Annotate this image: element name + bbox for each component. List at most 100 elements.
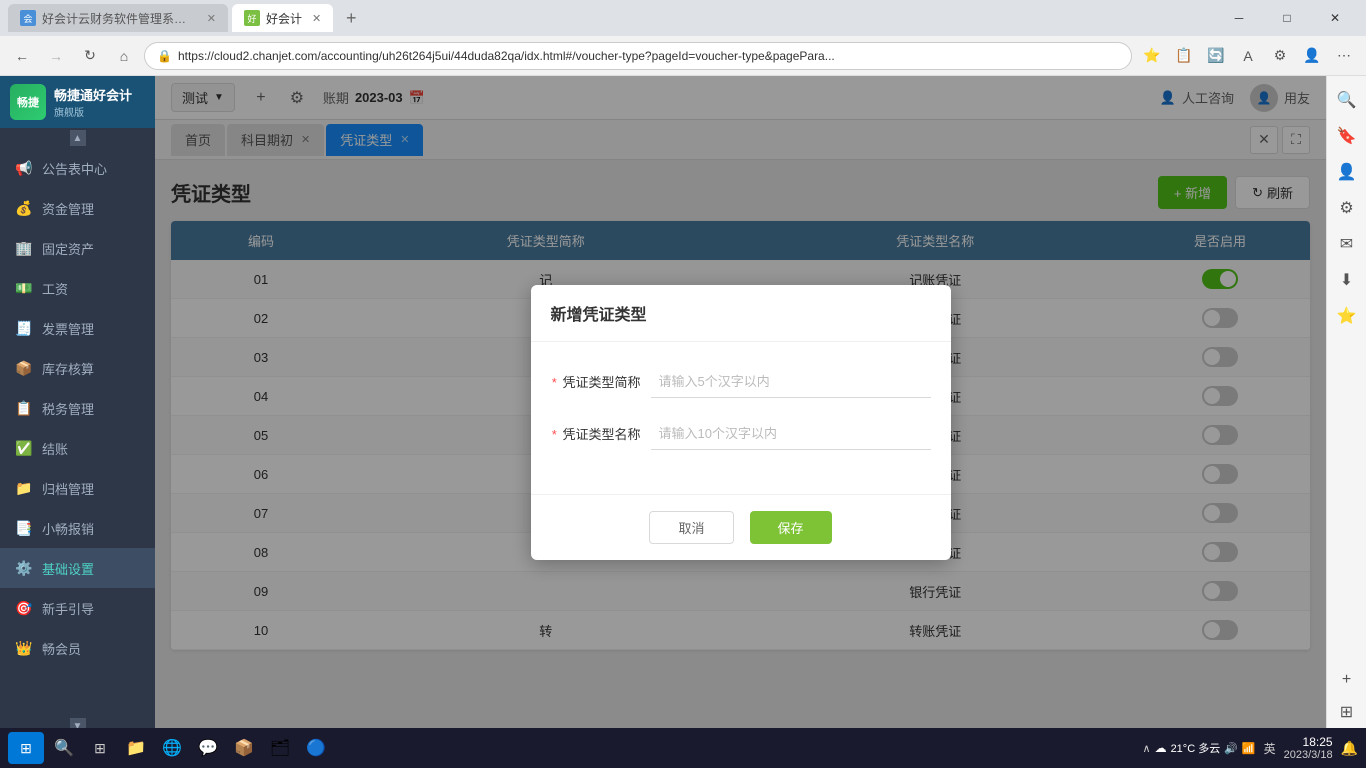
taskbar-files[interactable]: 🗂 — [264, 732, 296, 764]
taskbar-wechat[interactable]: 💬 — [192, 732, 224, 764]
sidebar-item-member[interactable]: 👑 畅会员 — [0, 628, 155, 668]
rs-bookmark-icon[interactable]: 🔖 — [1331, 120, 1363, 152]
browser-action-5[interactable]: ⚙ — [1266, 42, 1294, 70]
browser-tab-1[interactable]: 会 好会计云财务软件管理系统_会计 ✕ — [8, 4, 228, 32]
sidebar-item-archive-label: 归档管理 — [42, 479, 94, 498]
date-display: 2023/3/18 — [1284, 749, 1333, 761]
short-label-text: 凭证类型简称 — [562, 375, 640, 390]
language-indicator: 英 — [1264, 740, 1276, 757]
time-display: 18:25 — [1284, 735, 1333, 749]
rs-download-icon[interactable]: ⬇ — [1331, 264, 1363, 296]
form-row-short: * 凭证类型简称 — [551, 366, 931, 398]
sidebar-item-payroll-label: 工资 — [42, 279, 68, 298]
taskbar-appstore[interactable]: 📦 — [228, 732, 260, 764]
browser-action-4[interactable]: A — [1234, 42, 1262, 70]
minimize-button[interactable]: － — [1216, 4, 1262, 32]
short-label: * 凭证类型简称 — [551, 372, 651, 391]
sidebar-item-archive[interactable]: 📁 归档管理 — [0, 468, 155, 508]
taskbar-task-view[interactable]: ⊞ — [84, 732, 116, 764]
sidebar-item-fixed-assets[interactable]: 🏢 固定资产 — [0, 228, 155, 268]
taskbar-notify[interactable]: ∧ ☁ 21°C 多云 🔊 📶 — [1143, 740, 1256, 756]
back-button[interactable]: ← — [8, 42, 36, 70]
start-button[interactable]: ⊞ — [8, 732, 44, 764]
sidebar-item-invoice[interactable]: 🧾 发票管理 — [0, 308, 155, 348]
taskbar-weather: 21°C 多云 — [1171, 740, 1221, 756]
sidebar-item-funds[interactable]: 💰 资金管理 — [0, 188, 155, 228]
sidebar-logo: 畅捷 — [10, 84, 46, 120]
browser-action-6[interactable]: 👤 — [1298, 42, 1326, 70]
sidebar-item-expense-label: 小畅报销 — [42, 519, 94, 538]
invoice-icon: 🧾 — [14, 318, 34, 338]
address-bar: ← → ↻ ⌂ 🔒 https://cloud2.chanjet.com/acc… — [0, 36, 1366, 76]
archive-icon: 📁 — [14, 478, 34, 498]
taskbar-edge[interactable]: 🌐 — [156, 732, 188, 764]
short-input[interactable] — [651, 366, 931, 398]
browser-tab-2-close[interactable]: ✕ — [312, 12, 321, 25]
taskbar-browser[interactable]: 🔵 — [300, 732, 332, 764]
browser-action-1[interactable]: ⭐ — [1138, 42, 1166, 70]
home-button[interactable]: ⌂ — [110, 42, 138, 70]
rs-mail-icon[interactable]: ✉ — [1331, 228, 1363, 260]
browser-action-3[interactable]: 🔄 — [1202, 42, 1230, 70]
browser-tab-2-label: 好会计 — [266, 10, 302, 27]
required-mark-2: * — [552, 427, 557, 442]
sidebar-item-expense[interactable]: 📑 小畅报销 — [0, 508, 155, 548]
member-icon: 👑 — [14, 638, 34, 658]
tax-icon: 📋 — [14, 398, 34, 418]
taskbar-explorer[interactable]: 📁 — [120, 732, 152, 764]
tab-favicon-1: 会 — [20, 10, 36, 26]
rs-grid-icon[interactable]: ⊞ — [1331, 696, 1363, 728]
weather-icon: ☁ — [1155, 741, 1167, 755]
browser-tab-1-label: 好会计云财务软件管理系统_会计 — [42, 10, 197, 27]
url-text: https://cloud2.chanjet.com/accounting/uh… — [178, 49, 1119, 63]
new-tab-button[interactable]: + — [337, 4, 365, 32]
rs-star-icon[interactable]: ⭐ — [1331, 300, 1363, 332]
sidebar-item-member-label: 畅会员 — [42, 639, 81, 658]
name-label: * 凭证类型名称 — [551, 424, 651, 443]
browser-tab-1-close[interactable]: ✕ — [207, 12, 216, 25]
save-button[interactable]: 保存 — [750, 511, 832, 544]
rs-plus-icon[interactable]: + — [1331, 664, 1363, 696]
cancel-button[interactable]: 取消 — [649, 511, 733, 544]
rs-settings-icon[interactable]: ⚙ — [1331, 192, 1363, 224]
rs-search-icon[interactable]: 🔍 — [1331, 84, 1363, 116]
sidebar-scroll-up[interactable]: ▲ — [70, 130, 86, 146]
sidebar-item-settlement-label: 结账 — [42, 439, 68, 458]
sidebar-app-title: 畅捷通好会计 — [54, 85, 132, 104]
sidebar-item-invoice-label: 发票管理 — [42, 319, 94, 338]
browser-action-2[interactable]: 📋 — [1170, 42, 1198, 70]
browser-tab-2[interactable]: 好 好会计 ✕ — [232, 4, 333, 32]
address-input[interactable]: 🔒 https://cloud2.chanjet.com/accounting/… — [144, 42, 1132, 70]
sidebar-item-payroll[interactable]: 💵 工资 — [0, 268, 155, 308]
sidebar-item-guide-label: 新手引导 — [42, 599, 94, 618]
browser-action-7[interactable]: ⋯ — [1330, 42, 1358, 70]
tab-bar: 会 好会计云财务软件管理系统_会计 ✕ 好 好会计 ✕ + － □ ✕ — [0, 0, 1366, 36]
close-button[interactable]: ✕ — [1312, 4, 1358, 32]
sidebar-scroll: 📢 公告表中心 💰 资金管理 🏢 固定资产 💵 工资 🧾 发票管理 📦 — [0, 148, 155, 716]
guide-icon: 🎯 — [14, 598, 34, 618]
funds-icon: 💰 — [14, 198, 34, 218]
sidebar-item-basic[interactable]: ⚙️ 基础设置 — [0, 548, 155, 588]
taskbar: ⊞ 🔍 ⊞ 📁 🌐 💬 📦 🗂 🔵 ∧ ☁ 21°C 多云 🔊 📶 英 18:2… — [0, 728, 1366, 768]
taskbar-right: ∧ ☁ 21°C 多云 🔊 📶 英 18:25 2023/3/18 🔔 — [1143, 735, 1359, 761]
sidebar-item-guide[interactable]: 🎯 新手引导 — [0, 588, 155, 628]
browser-chrome: 会 好会计云财务软件管理系统_会计 ✕ 好 好会计 ✕ + － □ ✕ ← → … — [0, 0, 1366, 76]
sidebar-item-tax[interactable]: 📋 税务管理 — [0, 388, 155, 428]
sidebar-item-announcements[interactable]: 📢 公告表中心 — [0, 148, 155, 188]
taskbar-time[interactable]: 18:25 2023/3/18 — [1284, 735, 1333, 761]
sidebar-item-inventory[interactable]: 📦 库存核算 — [0, 348, 155, 388]
sidebar-item-basic-label: 基础设置 — [42, 559, 94, 578]
name-label-text: 凭证类型名称 — [562, 427, 640, 442]
name-input[interactable] — [651, 418, 931, 450]
refresh-button[interactable]: ↻ — [76, 42, 104, 70]
sidebar-item-settlement[interactable]: ✅ 结账 — [0, 428, 155, 468]
rs-person-icon[interactable]: 👤 — [1331, 156, 1363, 188]
payroll-icon: 💵 — [14, 278, 34, 298]
modal-overlay: 新增凭证类型 * 凭证类型简称 * 凭证类型名称 取消 保存 — [155, 76, 1326, 768]
maximize-button[interactable]: □ — [1264, 4, 1310, 32]
notification-button[interactable]: 🔔 — [1341, 740, 1358, 757]
taskbar-search[interactable]: 🔍 — [48, 732, 80, 764]
sidebar-header: 畅捷 畅捷通好会计 旗舰版 — [0, 76, 155, 128]
sidebar-item-funds-label: 资金管理 — [42, 199, 94, 218]
forward-button[interactable]: → — [42, 42, 70, 70]
